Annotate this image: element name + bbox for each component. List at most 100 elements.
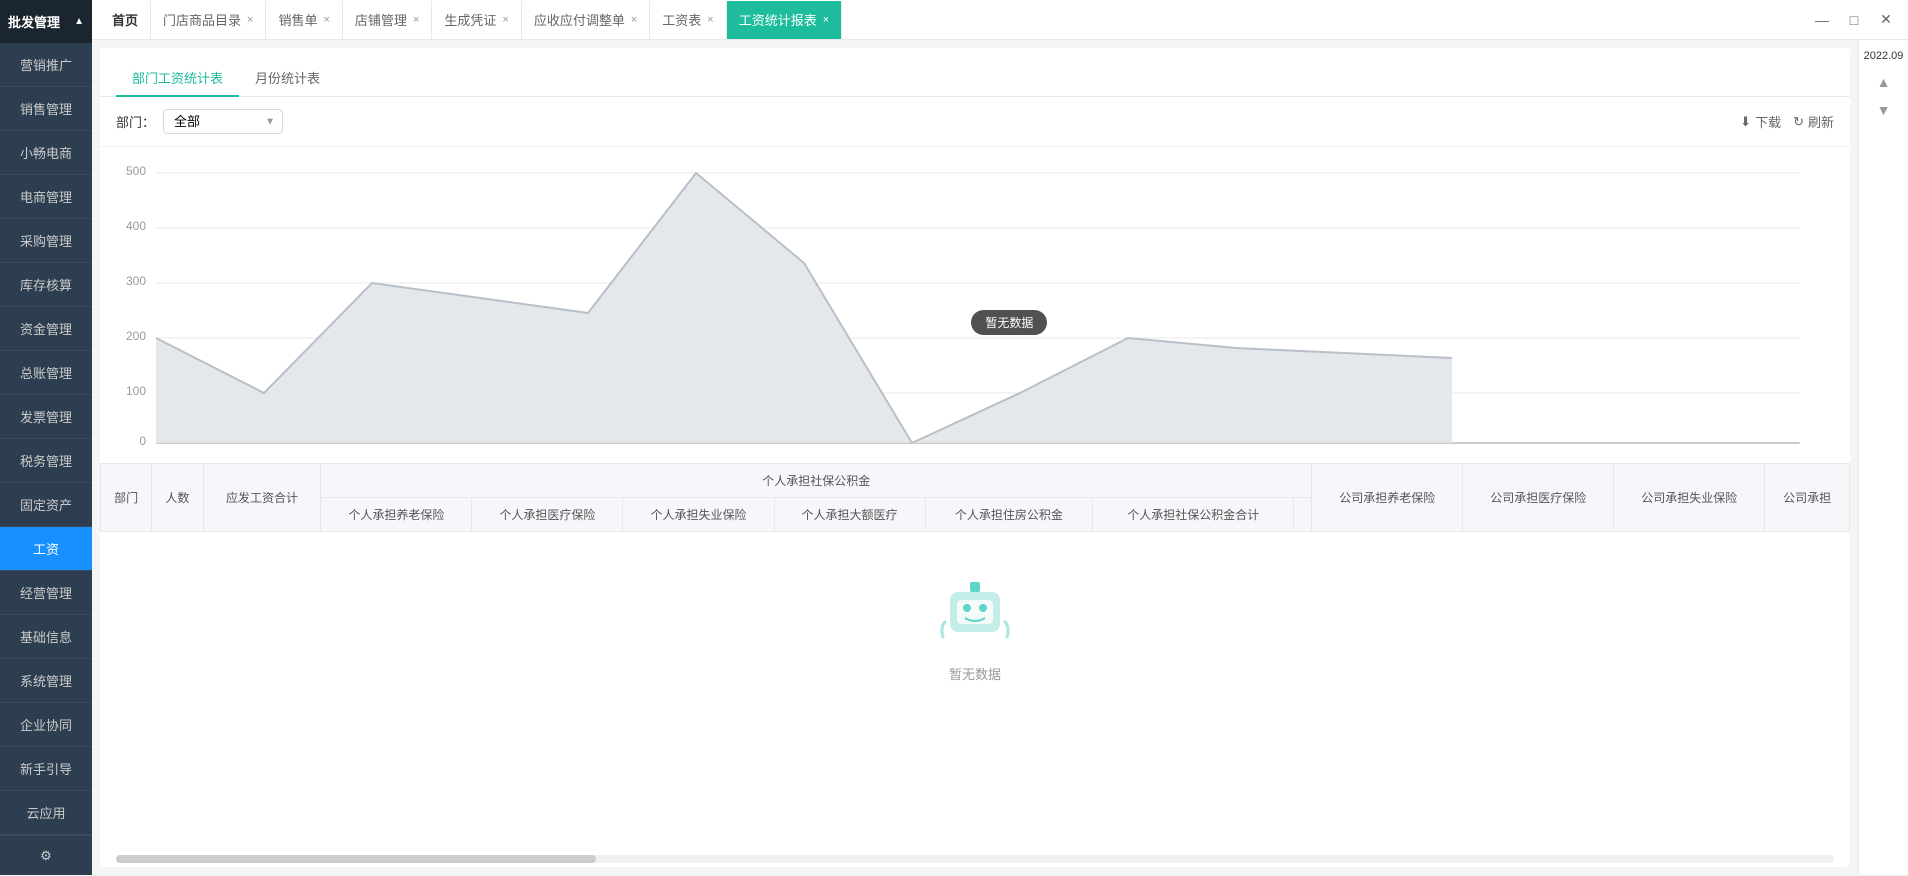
page-content: 部门工资统计表 月份统计表 部门： 全部 ⬇ 下载 (100, 48, 1850, 867)
th-total-salary: 应发工资合计 (203, 464, 321, 532)
toolbar-left: 部门： 全部 (116, 109, 283, 134)
sidebar-item-销售管理[interactable]: 销售管理 (0, 87, 92, 131)
chart-container: 500 400 300 200 100 0 (116, 155, 1834, 455)
th-company-medical: 公司承担医疗保险 (1463, 464, 1614, 532)
download-label: 下载 (1755, 112, 1781, 131)
refresh-icon: ↻ (1793, 114, 1804, 130)
sidebar-item-小畅电商[interactable]: 小畅电商 (0, 131, 92, 175)
table-scrollbar-area[interactable] (116, 855, 1834, 863)
settings-icon: ⚙ (40, 848, 52, 863)
tab-close-icon[interactable]: × (323, 14, 329, 26)
sidebar-item-发票管理[interactable]: 发票管理 (0, 395, 92, 439)
th-dept: 部门 (101, 464, 152, 532)
th-personal-insurance: 个人承担社保公积金 (321, 464, 1312, 498)
toolbar-right: ⬇ 下载 ↻ 刷新 (1740, 112, 1834, 131)
svg-text:400: 400 (126, 219, 146, 233)
tab-close-icon[interactable]: × (247, 14, 253, 26)
tabs-container: 首页门店商品目录 ×销售单 ×店铺管理 ×生成凭证 ×应收应付调整单 ×工资表 … (100, 1, 1808, 39)
sidebar-item-基础信息[interactable]: 基础信息 (0, 615, 92, 659)
sidebar-item-总账管理[interactable]: 总账管理 (0, 351, 92, 395)
maximize-btn[interactable]: □ (1840, 6, 1868, 34)
content-area: 部门工资统计表 月份统计表 部门： 全部 ⬇ 下载 (92, 40, 1908, 875)
chart-svg: 500 400 300 200 100 0 (116, 155, 1834, 455)
sidebar: 批发管理 ▲ 营销推广销售管理小畅电商电商管理采购管理库存核算资金管理总账管理发… (0, 0, 92, 875)
tab-close-icon[interactable]: × (823, 14, 829, 26)
toolbar: 部门： 全部 ⬇ 下载 ↻ 刷新 (100, 97, 1850, 147)
date-nav-up[interactable]: ▲ (1870, 68, 1898, 96)
sidebar-item-系统管理[interactable]: 系统管理 (0, 659, 92, 703)
th-company-unemployment: 公司承担失业保险 (1614, 464, 1765, 532)
tab-close-icon[interactable]: × (707, 14, 713, 26)
th-extra (1294, 498, 1312, 532)
th-personal-medical: 个人承担医疗保险 (472, 498, 623, 532)
dept-label: 部门： (116, 112, 155, 131)
top-tab-门店商品目录[interactable]: 门店商品目录 × (151, 1, 266, 39)
table-header-row1: 部门 人数 应发工资合计 个人承担社保公积金 公司承担养老保险 公司承担医疗保险… (101, 464, 1850, 498)
top-tab-首页[interactable]: 首页 (100, 1, 151, 39)
tab-close-icon[interactable]: × (413, 14, 419, 26)
top-tabs: 首页门店商品目录 ×销售单 ×店铺管理 ×生成凭证 ×应收应付调整单 ×工资表 … (92, 0, 1908, 40)
dept-select[interactable]: 全部 (163, 109, 283, 134)
sidebar-item-采购管理[interactable]: 采购管理 (0, 219, 92, 263)
table-scrollbar-thumb[interactable] (116, 855, 596, 863)
date-panel-year-label: 2022.09 (1862, 44, 1906, 68)
svg-text:500: 500 (126, 164, 146, 178)
sidebar-item-工资[interactable]: 工资 (0, 527, 92, 571)
th-count: 人数 (152, 464, 203, 532)
th-company-pension: 公司承担养老保险 (1312, 464, 1463, 532)
top-tab-销售单[interactable]: 销售单 × (266, 1, 342, 39)
tab-close-icon[interactable]: × (631, 14, 637, 26)
sidebar-footer[interactable]: ⚙ (0, 835, 92, 876)
th-company-other: 公司承担 (1765, 464, 1850, 532)
main-area: 首页门店商品目录 ×销售单 ×店铺管理 ×生成凭证 ×应收应付调整单 ×工资表 … (92, 0, 1908, 875)
tab-month-stats[interactable]: 月份统计表 (239, 60, 336, 97)
minimize-btn[interactable]: — (1808, 6, 1836, 34)
sidebar-item-资金管理[interactable]: 资金管理 (0, 307, 92, 351)
empty-state: 暂无数据 (100, 532, 1850, 723)
top-tab-店铺管理[interactable]: 店铺管理 × (343, 1, 432, 39)
svg-text:100: 100 (126, 384, 146, 398)
empty-text: 暂无数据 (949, 664, 1001, 683)
sidebar-header[interactable]: 批发管理 ▲ (0, 0, 92, 43)
table-section[interactable]: 部门 人数 应发工资合计 个人承担社保公积金 公司承担养老保险 公司承担医疗保险… (100, 463, 1850, 855)
th-personal-unemployment: 个人承担失业保险 (623, 498, 774, 532)
chart-section: 500 400 300 200 100 0 (100, 147, 1850, 463)
th-personal-housing: 个人承担住房公积金 (925, 498, 1093, 532)
chart-area (156, 173, 1452, 443)
top-tab-工资表[interactable]: 工资表 × (650, 1, 726, 39)
date-panel: 2022.09 ▲ ▼ (1858, 40, 1908, 875)
sidebar-item-固定资产[interactable]: 固定资产 (0, 483, 92, 527)
refresh-btn[interactable]: ↻ 刷新 (1793, 112, 1834, 131)
tab-close-icon[interactable]: × (502, 14, 508, 26)
top-tab-工资统计报表[interactable]: 工资统计报表 × (727, 1, 842, 39)
sidebar-item-电商管理[interactable]: 电商管理 (0, 175, 92, 219)
download-icon: ⬇ (1740, 114, 1751, 130)
sidebar-title: 批发管理 (8, 12, 60, 31)
th-personal-pension: 个人承担养老保险 (321, 498, 472, 532)
data-table: 部门 人数 应发工资合计 个人承担社保公积金 公司承担养老保险 公司承担医疗保险… (100, 463, 1850, 532)
download-btn[interactable]: ⬇ 下载 (1740, 112, 1781, 131)
sidebar-item-企业协同[interactable]: 企业协同 (0, 703, 92, 747)
th-personal-major-medical: 个人承担大额医疗 (774, 498, 925, 532)
svg-text:0: 0 (139, 434, 146, 448)
empty-icon (935, 572, 1015, 652)
sub-tabs: 部门工资统计表 月份统计表 (100, 48, 1850, 97)
top-tab-生成凭证[interactable]: 生成凭证 × (432, 1, 521, 39)
sidebar-item-新手引导[interactable]: 新手引导 (0, 747, 92, 791)
sidebar-item-经营管理[interactable]: 经营管理 (0, 571, 92, 615)
sidebar-items: 营销推广销售管理小畅电商电商管理采购管理库存核算资金管理总账管理发票管理税务管理… (0, 43, 92, 835)
sidebar-item-营销推广[interactable]: 营销推广 (0, 43, 92, 87)
close-btn[interactable]: ✕ (1872, 6, 1900, 34)
svg-text:300: 300 (126, 274, 146, 288)
refresh-label: 刷新 (1808, 112, 1834, 131)
svg-text:200: 200 (126, 329, 146, 343)
date-nav-down[interactable]: ▼ (1870, 96, 1898, 124)
sidebar-item-云应用[interactable]: 云应用 (0, 791, 92, 835)
sidebar-toggle-icon: ▲ (74, 16, 84, 27)
dept-select-wrapper[interactable]: 全部 (163, 109, 283, 134)
top-tab-应收应付调整单[interactable]: 应收应付调整单 × (522, 1, 650, 39)
sidebar-item-税务管理[interactable]: 税务管理 (0, 439, 92, 483)
sidebar-item-库存核算[interactable]: 库存核算 (0, 263, 92, 307)
window-controls: — □ ✕ (1808, 6, 1900, 34)
tab-dept-salary[interactable]: 部门工资统计表 (116, 60, 239, 97)
